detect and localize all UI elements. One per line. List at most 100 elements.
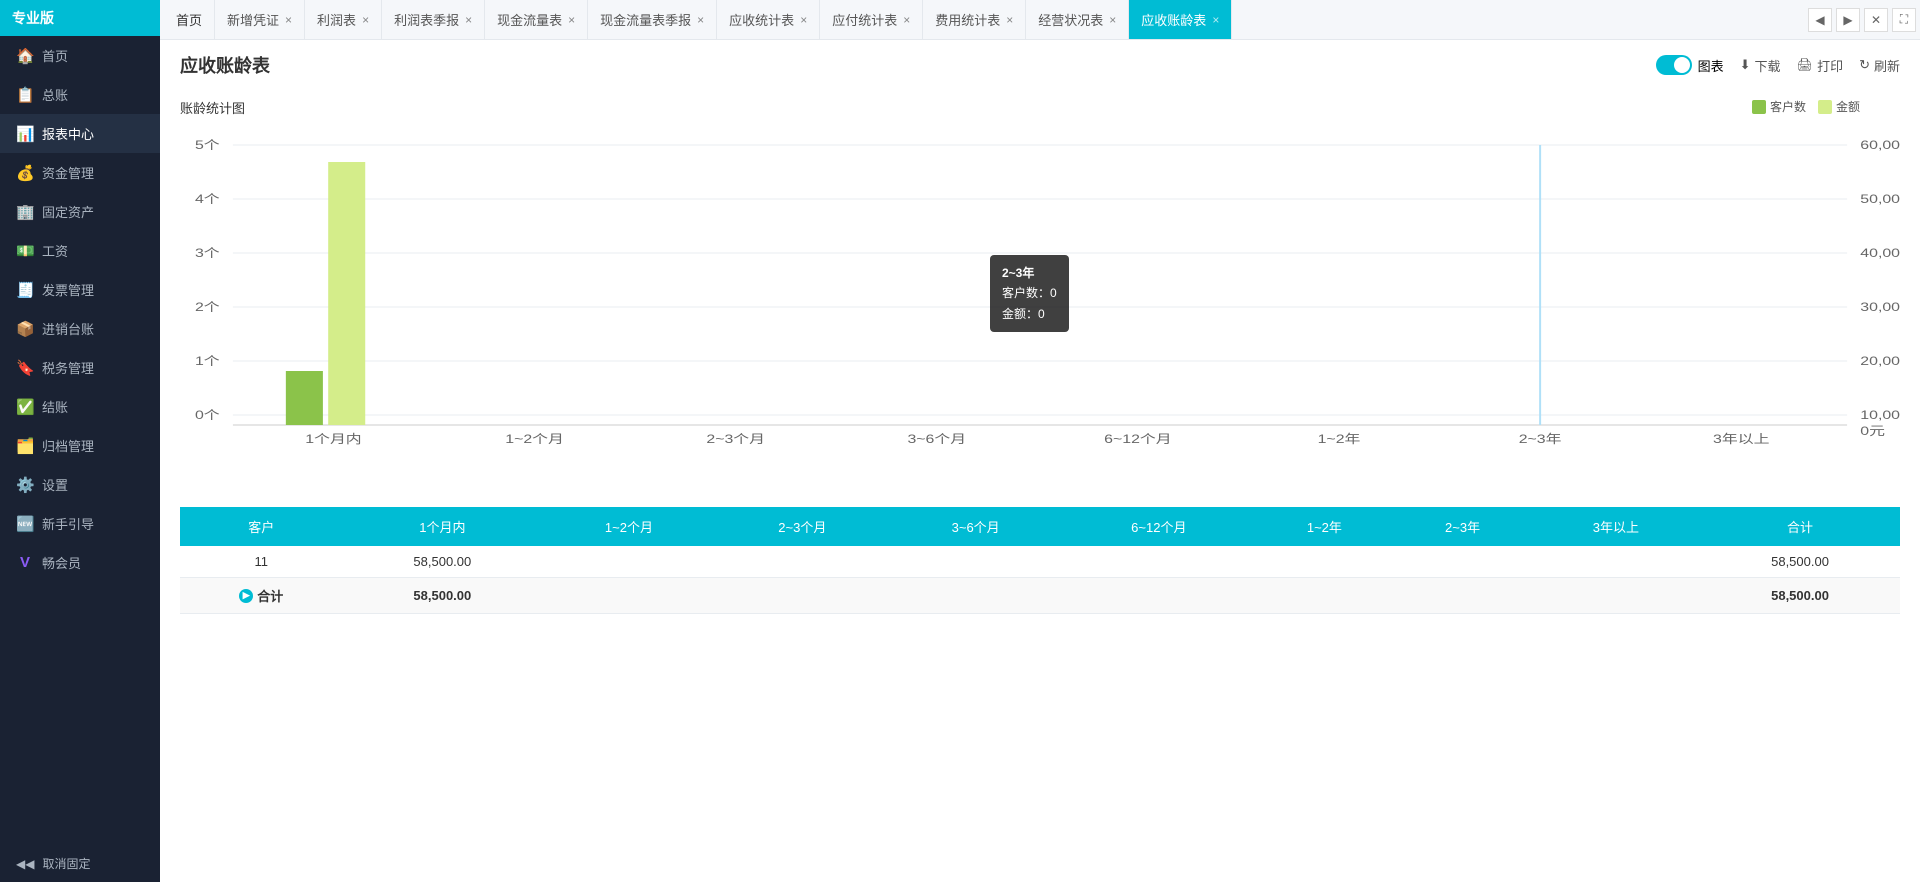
- sidebar-item-guide[interactable]: 🆕 新手引导: [0, 504, 160, 543]
- close-icon[interactable]: ×: [697, 13, 704, 27]
- report-icon: 📊: [16, 125, 34, 143]
- sidebar-item-label: 进销台账: [42, 319, 94, 338]
- close-icon[interactable]: ×: [1109, 13, 1116, 27]
- close-icon[interactable]: ×: [285, 13, 292, 27]
- sidebar-item-label: 资金管理: [42, 163, 94, 182]
- total-3-6m: [889, 578, 1062, 614]
- tab-voucher[interactable]: 新增凭证 ×: [215, 0, 305, 40]
- col-3-6m: 3~6个月: [889, 507, 1062, 546]
- capital-icon: 💰: [16, 164, 34, 182]
- chart-container: 5个 4个 3个 2个 1个 0个 60,000.00元 50,000.00元 …: [180, 125, 1900, 485]
- chart-section: 账龄统计图 客户数 金额 5个 4个 3个 2个: [180, 86, 1900, 497]
- tab-close-all-btn[interactable]: ✕: [1864, 8, 1888, 32]
- svg-text:3个: 3个: [195, 246, 220, 260]
- checkout-icon: ✅: [16, 398, 34, 416]
- chart-toggle[interactable]: [1656, 55, 1692, 75]
- tab-prev-btn[interactable]: ◀: [1808, 8, 1832, 32]
- sidebar-item-label: 畅会员: [42, 553, 81, 572]
- tab-home[interactable]: 首页: [164, 0, 215, 40]
- tab-next-btn[interactable]: ▶: [1836, 8, 1860, 32]
- sidebar-item-invoice[interactable]: 🧾 发票管理: [0, 270, 160, 309]
- sidebar-item-assets[interactable]: 🏢 固定资产: [0, 192, 160, 231]
- ledger-icon: 📋: [16, 86, 34, 104]
- tab-receivable-stat[interactable]: 应收统计表 ×: [717, 0, 820, 40]
- tab-label: 经营状况表: [1038, 10, 1103, 29]
- sidebar-item-checkout[interactable]: ✅ 结账: [0, 387, 160, 426]
- settings-icon: ⚙️: [16, 476, 34, 494]
- table-header-row: 客户 1个月内 1~2个月 2~3个月 3~6个月 6~12个月 1~2年 2~…: [180, 507, 1900, 546]
- tab-label: 首页: [176, 10, 202, 29]
- sidebar-item-capital[interactable]: 💰 资金管理: [0, 153, 160, 192]
- tab-label: 现金流量表季报: [600, 10, 691, 29]
- refresh-label: 刷新: [1874, 56, 1900, 75]
- tab-cashflow[interactable]: 现金流量表 ×: [485, 0, 588, 40]
- sidebar: 专业版 🏠 首页 📋 总账 📊 报表中心 💰 资金管理 🏢 固定资产 💵 工资 …: [0, 0, 160, 882]
- tab-receivable-age[interactable]: 应收账龄表 ×: [1129, 0, 1232, 40]
- tab-label: 应收统计表: [729, 10, 794, 29]
- tabs-bar: 首页 新增凭证 × 利润表 × 利润表季报 × 现金流量表 × 现金流量表季报 …: [160, 0, 1920, 40]
- close-icon[interactable]: ×: [1212, 13, 1219, 27]
- sidebar-item-archive[interactable]: 🗂️ 归档管理: [0, 426, 160, 465]
- sidebar-item-member[interactable]: V 畅会员: [0, 543, 160, 582]
- guide-icon: 🆕: [16, 515, 34, 533]
- tab-label: 费用统计表: [935, 10, 1000, 29]
- app-logo: 专业版: [0, 0, 160, 36]
- main-content: 首页 新增凭证 × 利润表 × 利润表季报 × 现金流量表 × 现金流量表季报 …: [160, 0, 1920, 882]
- svg-text:0元: 0元: [1860, 424, 1885, 438]
- refresh-btn[interactable]: ↻ 刷新: [1859, 56, 1900, 75]
- col-2-3m: 2~3个月: [716, 507, 889, 546]
- sidebar-item-label: 报表中心: [42, 124, 94, 143]
- tab-payable-stat[interactable]: 应付统计表 ×: [820, 0, 923, 40]
- close-icon[interactable]: ×: [362, 13, 369, 27]
- tab-cashflow-quarter[interactable]: 现金流量表季报 ×: [588, 0, 717, 40]
- close-icon[interactable]: ×: [1006, 13, 1013, 27]
- chart-svg: 5个 4个 3个 2个 1个 0个 60,000.00元 50,000.00元 …: [180, 125, 1900, 465]
- tab-profit-quarter[interactable]: 利润表季报 ×: [382, 0, 485, 40]
- close-icon[interactable]: ×: [800, 13, 807, 27]
- close-icon[interactable]: ×: [465, 13, 472, 27]
- sidebar-item-report[interactable]: 📊 报表中心: [0, 114, 160, 153]
- tab-profit[interactable]: 利润表 ×: [305, 0, 382, 40]
- sidebar-item-label: 新手引导: [42, 514, 94, 533]
- table-row: 11 58,500.00 58,500.00: [180, 546, 1900, 578]
- sidebar-item-ledger[interactable]: 📋 总账: [0, 75, 160, 114]
- total-6-12m: [1062, 578, 1255, 614]
- close-icon[interactable]: ×: [568, 13, 575, 27]
- download-label: 下载: [1755, 56, 1781, 75]
- svg-text:20,000.00元: 20,000.00元: [1860, 354, 1900, 368]
- print-btn[interactable]: 🖨 打印: [1797, 56, 1844, 75]
- sidebar-item-tax[interactable]: 🔖 税务管理: [0, 348, 160, 387]
- download-btn[interactable]: ⬇ 下载: [1740, 56, 1781, 75]
- tab-label: 新增凭证: [227, 10, 279, 29]
- sidebar-item-purchase[interactable]: 📦 进销台账: [0, 309, 160, 348]
- svg-text:3年以上: 3年以上: [1713, 432, 1769, 446]
- tab-operation-stat[interactable]: 经营状况表 ×: [1026, 0, 1129, 40]
- data-table: 客户 1个月内 1~2个月 2~3个月 3~6个月 6~12个月 1~2年 2~…: [180, 507, 1900, 614]
- close-icon[interactable]: ×: [903, 13, 910, 27]
- svg-text:2个: 2个: [195, 300, 220, 314]
- col-customer: 客户: [180, 507, 342, 546]
- sidebar-item-label: 首页: [42, 46, 68, 65]
- col-6-12m: 6~12个月: [1062, 507, 1255, 546]
- sidebar-item-label: 设置: [42, 475, 68, 494]
- bar-customer-1m: [286, 371, 323, 425]
- sidebar-item-salary[interactable]: 💵 工资: [0, 231, 160, 270]
- svg-text:5个: 5个: [195, 138, 220, 152]
- sidebar-item-home[interactable]: 🏠 首页: [0, 36, 160, 75]
- total-2-3y: [1393, 578, 1531, 614]
- svg-text:2~3年: 2~3年: [1519, 432, 1562, 446]
- tab-expense-stat[interactable]: 费用统计表 ×: [923, 0, 1026, 40]
- sidebar-collapse-btn[interactable]: ◀◀ 取消固定: [0, 845, 160, 882]
- total-2-3m: [716, 578, 889, 614]
- collapse-label: 取消固定: [42, 855, 90, 872]
- sidebar-item-settings[interactable]: ⚙️ 设置: [0, 465, 160, 504]
- refresh-icon: ↻: [1859, 57, 1870, 73]
- tab-fullscreen-btn[interactable]: ⛶: [1892, 8, 1916, 32]
- legend-customer: 客户数: [1752, 98, 1806, 115]
- legend-amount-label: 金额: [1836, 98, 1860, 115]
- chart-toggle-group: 图表: [1656, 55, 1724, 75]
- sidebar-item-label: 工资: [42, 241, 68, 260]
- content-area: 账龄统计图 客户数 金额 5个 4个 3个 2个: [160, 86, 1920, 882]
- purchase-icon: 📦: [16, 320, 34, 338]
- tab-label: 利润表季报: [394, 10, 459, 29]
